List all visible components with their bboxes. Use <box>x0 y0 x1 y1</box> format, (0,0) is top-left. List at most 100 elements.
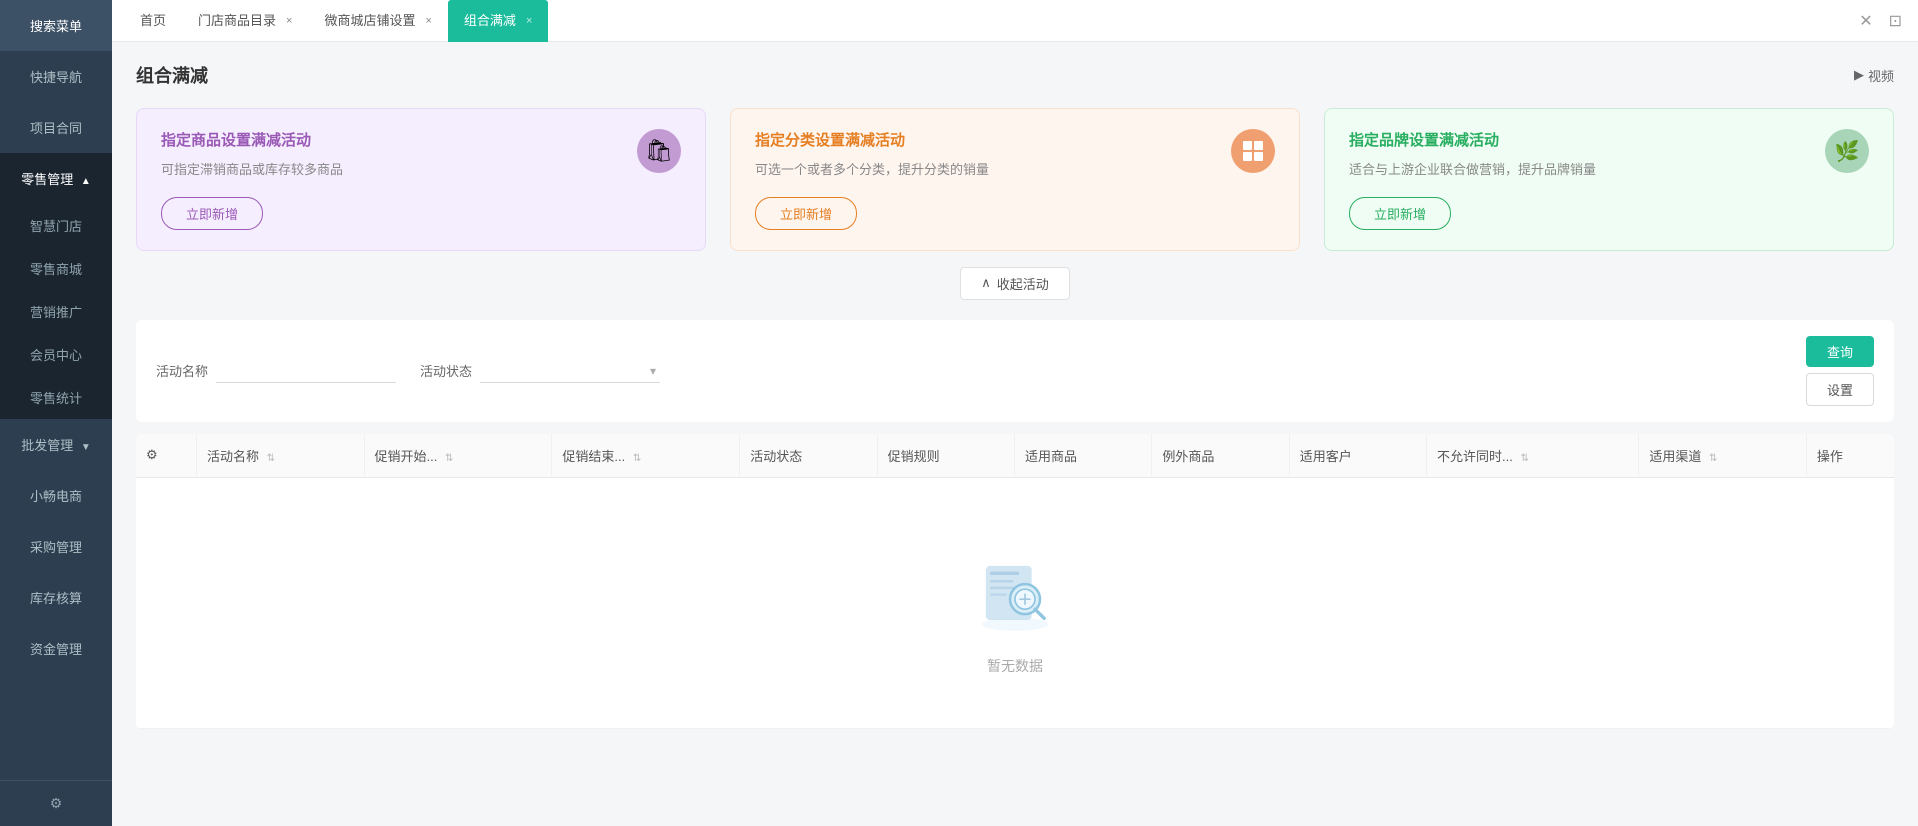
activity-status-select-wrapper: 进行中 未开始 已结束 ▾ <box>480 359 660 383</box>
product-card-desc: 可指定滞销商品或库存较多商品 <box>161 160 681 181</box>
chevron-up-icon: ▲ <box>81 176 91 187</box>
activity-status-filter: 活动状态 进行中 未开始 已结束 ▾ <box>420 359 660 383</box>
window-controls: ✕ ⊡ <box>1855 11 1906 31</box>
activity-name-input[interactable] <box>216 359 396 383</box>
col-label: 促销开始... <box>375 449 438 464</box>
col-label: 不允许同时... <box>1437 449 1513 464</box>
category-card-title: 指定分类设置满减活动 <box>755 129 1275 150</box>
tab-product-catalog[interactable]: 门店商品目录 × <box>182 0 308 42</box>
window-resize-button[interactable]: ⊡ <box>1885 11 1906 31</box>
bag-icon: 🛍 <box>645 138 673 164</box>
sidebar-item-xiaochange[interactable]: 小畅电商 <box>0 470 112 521</box>
sort-icon: ⇅ <box>633 453 641 464</box>
gear-icon: ⚙ <box>50 795 63 811</box>
sidebar-item-wholesale-mgmt[interactable]: 批发管理 ▼ <box>0 419 112 470</box>
col-label: 例外商品 <box>1162 449 1214 464</box>
sidebar-item-retail-mall[interactable]: 零售商城 <box>0 247 112 290</box>
no-data-icon <box>965 550 1065 640</box>
category-activity-card: 指定分类设置满减活动 可选一个或者多个分类，提升分类的销量 立即新增 <box>730 108 1300 251</box>
tab-label: 组合满减 <box>464 0 516 42</box>
sidebar-item-inventory[interactable]: 库存核算 <box>0 572 112 623</box>
activity-status-select[interactable]: 进行中 未开始 已结束 <box>480 359 660 383</box>
col-label: 活动名称 <box>207 449 259 464</box>
col-not-allow-simultaneous[interactable]: 不允许同时... ⇅ <box>1427 434 1639 478</box>
table-body: 暂无数据 <box>136 477 1894 728</box>
brand-card-title: 指定品牌设置满减活动 <box>1349 129 1869 150</box>
search-filter-bar: 活动名称 活动状态 进行中 未开始 已结束 ▾ 查询 设置 <box>136 320 1894 422</box>
chevron-up-icon: ∧ <box>981 275 991 291</box>
product-activity-card: 🛍 指定商品设置满减活动 可指定滞销商品或库存较多商品 立即新增 <box>136 108 706 251</box>
tabs-bar: 首页 门店商品目录 × 微商城店铺设置 × 组合满减 × ✕ ⊡ <box>112 0 1918 42</box>
col-label: 操作 <box>1817 449 1843 464</box>
col-settings[interactable]: ⚙ <box>136 434 197 478</box>
col-label: 促销结束... <box>562 449 625 464</box>
sidebar-label: 小畅电商 <box>30 489 82 504</box>
product-card-icon: 🛍 <box>637 129 681 173</box>
empty-illustration <box>965 550 1065 640</box>
close-icon[interactable]: × <box>286 0 292 42</box>
sidebar-label: 采购管理 <box>30 540 82 555</box>
col-applicable-customer: 适用客户 <box>1289 434 1426 478</box>
product-card-add-button[interactable]: 立即新增 <box>161 197 263 230</box>
col-label: 适用商品 <box>1025 449 1077 464</box>
category-card-icon <box>1231 129 1275 173</box>
sidebar-label: 快捷导航 <box>30 70 82 85</box>
tab-combo-discount[interactable]: 组合满减 × <box>448 0 548 42</box>
sort-icon: ⇅ <box>267 453 275 464</box>
col-activity-name[interactable]: 活动名称 ⇅ <box>197 434 365 478</box>
product-card-title: 指定商品设置满减活动 <box>161 129 681 150</box>
col-label: 活动状态 <box>750 449 802 464</box>
search-buttons: 查询 设置 <box>1806 336 1874 406</box>
tab-wechat-store[interactable]: 微商城店铺设置 × <box>308 0 447 42</box>
page-content-area: 组合满减 ▶ 视频 🛍 指定商品设置满减活动 可指定滞销商品或库存较多商品 立即… <box>112 42 1918 826</box>
sidebar-item-retail-stats[interactable]: 零售统计 <box>0 376 112 419</box>
col-label: 促销规则 <box>888 449 940 464</box>
sidebar-submenu-retail: 智慧门店 零售商城 营销推广 会员中心 零售统计 <box>0 204 112 419</box>
col-promo-start[interactable]: 促销开始... ⇅ <box>364 434 552 478</box>
col-label: 适用客户 <box>1300 449 1352 464</box>
window-close-button[interactable]: ✕ <box>1855 11 1876 31</box>
col-activity-status: 活动状态 <box>740 434 877 478</box>
video-link[interactable]: ▶ 视频 <box>1854 66 1894 85</box>
collapse-bar: ∧ 收起活动 <box>136 267 1894 300</box>
sidebar-item-retail-mgmt[interactable]: 零售管理 ▲ <box>0 153 112 204</box>
query-button[interactable]: 查询 <box>1806 336 1874 367</box>
sidebar-item-project-contract[interactable]: 项目合同 <box>0 102 112 153</box>
grid-icon <box>1241 139 1265 163</box>
tab-home[interactable]: 首页 <box>124 0 182 42</box>
category-card-desc: 可选一个或者多个分类，提升分类的销量 <box>755 160 1275 181</box>
empty-state-cell: 暂无数据 <box>136 477 1894 728</box>
sidebar-item-members[interactable]: 会员中心 <box>0 333 112 376</box>
brand-card-icon: 🌿 <box>1825 129 1869 173</box>
col-operation: 操作 <box>1806 434 1894 478</box>
sidebar-label: 营销推广 <box>30 305 82 320</box>
activity-status-label: 活动状态 <box>420 361 472 380</box>
sidebar-label: 智慧门店 <box>30 219 82 234</box>
col-promo-end[interactable]: 促销结束... ⇅ <box>552 434 740 478</box>
collapse-activity-button[interactable]: ∧ 收起活动 <box>960 267 1070 300</box>
activity-name-label: 活动名称 <box>156 361 208 380</box>
page-title: 组合满减 <box>136 62 208 88</box>
sidebar-label: 批发管理 <box>21 438 73 453</box>
table-container: ⚙ 活动名称 ⇅ 促销开始... ⇅ 促销结束... ⇅ <box>136 434 1894 729</box>
settings-column-button[interactable]: 设置 <box>1806 373 1874 406</box>
sidebar-item-finance[interactable]: 资金管理 <box>0 623 112 674</box>
close-icon[interactable]: × <box>425 0 431 42</box>
sidebar-label: 资金管理 <box>30 642 82 657</box>
sidebar-item-quick-nav[interactable]: 快捷导航 <box>0 51 112 102</box>
category-card-add-button[interactable]: 立即新增 <box>755 197 857 230</box>
sort-icon: ⇅ <box>1709 453 1717 464</box>
settings-button[interactable]: ⚙ <box>0 781 112 826</box>
sidebar-item-marketing[interactable]: 营销推广 <box>0 290 112 333</box>
sort-icon: ⇅ <box>1521 453 1529 464</box>
settings-icon: ⚙ <box>146 447 158 462</box>
brand-card-add-button[interactable]: 立即新增 <box>1349 197 1451 230</box>
col-applicable-channel[interactable]: 适用渠道 ⇅ <box>1639 434 1807 478</box>
leaf-icon: 🌿 <box>1835 139 1860 164</box>
close-icon[interactable]: × <box>526 0 532 42</box>
sidebar-item-smart-store[interactable]: 智慧门店 <box>0 204 112 247</box>
sidebar-item-search[interactable]: 搜索菜单 <box>0 0 112 51</box>
activity-name-filter: 活动名称 <box>156 359 396 383</box>
table-header: ⚙ 活动名称 ⇅ 促销开始... ⇅ 促销结束... ⇅ <box>136 434 1894 478</box>
sidebar-item-purchase-mgmt[interactable]: 采购管理 <box>0 521 112 572</box>
